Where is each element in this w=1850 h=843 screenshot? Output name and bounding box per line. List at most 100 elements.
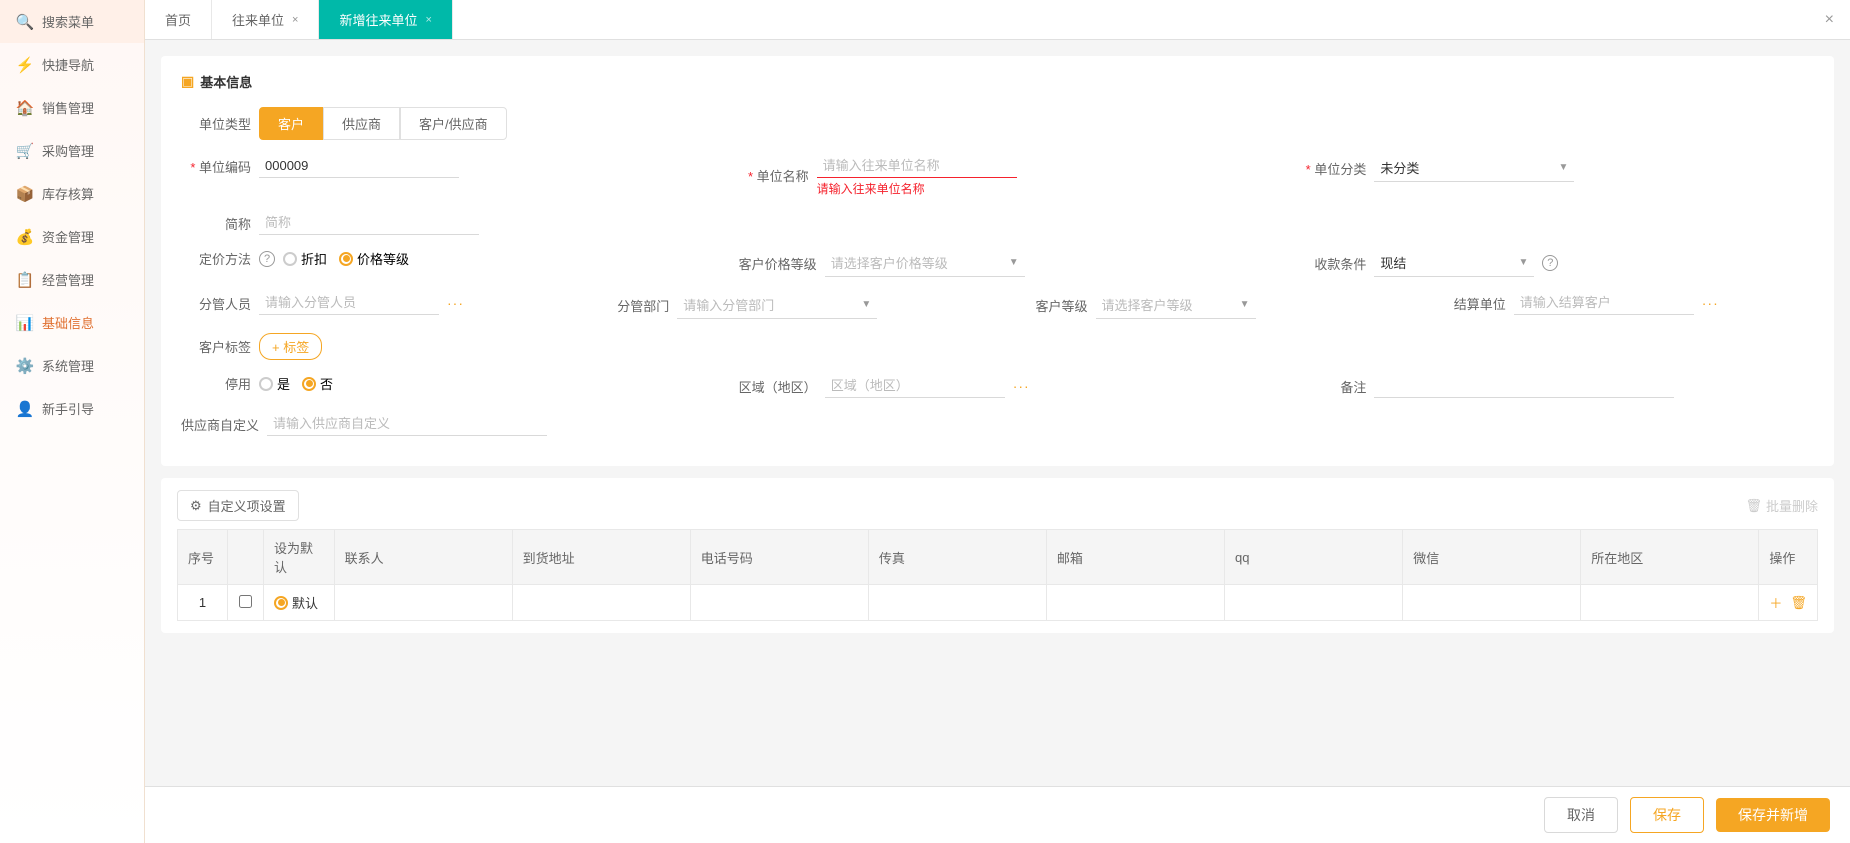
row-checkbox[interactable] (239, 595, 252, 608)
tab-home[interactable]: 首页 (145, 0, 212, 39)
cell-actions: ＋ 🗑 (1759, 585, 1818, 621)
col-region: 所在地区 (1581, 530, 1759, 585)
cancel-button[interactable]: 取消 (1544, 797, 1618, 833)
payment-terms-select[interactable]: 现结 ▼ (1374, 249, 1534, 277)
unit-type-supplier[interactable]: 供应商 (323, 107, 400, 140)
customer-level-group: 客户等级 请选择客户等级 ▼ (1018, 291, 1396, 319)
customer-price-level-label: 客户价格等级 (739, 254, 817, 273)
phone-input[interactable] (701, 595, 858, 610)
wechat-input[interactable] (1413, 595, 1570, 610)
custom-settings-button[interactable]: ⚙ 自定义项设置 (177, 490, 299, 521)
radio-no[interactable]: 否 (302, 374, 333, 393)
unit-category-select[interactable]: 未分类 ▼ (1374, 154, 1574, 182)
remark-input[interactable] (1374, 374, 1674, 398)
sidebar-item-search[interactable]: 🔍 搜索菜单 (0, 0, 144, 43)
tab-new-contact-label: 新增往来单位 (339, 10, 417, 29)
disable-radio-group: 是 否 (259, 374, 333, 393)
sidebar-item-inventory[interactable]: 📦 库存核算 (0, 172, 144, 215)
cell-wechat[interactable] (1403, 585, 1581, 621)
unit-name-input[interactable] (817, 154, 1017, 178)
save-add-button[interactable]: 保存并新增 (1716, 798, 1830, 832)
delete-row-icon[interactable]: 🗑 (1790, 595, 1807, 611)
contact-table: 序号 设为默认 联系人 到货地址 电话号码 传真 邮箱 qq 微信 所在地区 操… (177, 529, 1818, 621)
customer-level-select[interactable]: 请选择客户等级 ▼ (1096, 291, 1256, 319)
contact-table-section: ⚙ 自定义项设置 🗑 批量删除 序号 设为默认 联系人 到货地址 电话 (161, 478, 1834, 633)
unit-name-group: 单位名称 请输入往来单位名称 (739, 154, 1257, 197)
customer-price-level-select[interactable]: 请选择客户价格等级 ▼ (825, 249, 1025, 277)
sidebar-item-finance[interactable]: 💰 资金管理 (0, 215, 144, 258)
settlement-unit-group: 结算单位 ··· (1436, 291, 1814, 315)
region-dots[interactable]: ··· (1013, 378, 1030, 394)
unit-category-arrow: ▼ (1558, 162, 1568, 173)
radio-yes[interactable]: 是 (259, 374, 290, 393)
sidebar-item-system[interactable]: ⚙️ 系统管理 (0, 344, 144, 387)
sidebar-label-system: 系统管理 (42, 356, 94, 375)
col-address: 到货地址 (512, 530, 690, 585)
customer-tag-group: 客户标签 + 标签 (181, 333, 1814, 360)
sidebar-item-basic-info[interactable]: 📊 基础信息 (0, 301, 144, 344)
contact-input[interactable] (345, 595, 502, 610)
radio-discount[interactable]: 折扣 (283, 249, 327, 268)
customer-level-placeholder: 请选择客户等级 (1102, 295, 1193, 314)
supplier-custom-group: 供应商自定义 (181, 412, 1814, 436)
short-name-label: 简称 (181, 214, 251, 233)
cell-email[interactable] (1046, 585, 1224, 621)
radio-default[interactable]: 默认 (274, 593, 318, 612)
radio-yes-label: 是 (277, 374, 290, 393)
unit-type-customer[interactable]: 客户 (259, 107, 323, 140)
fax-input[interactable] (879, 595, 1036, 610)
tab-contacts-close[interactable]: × (292, 14, 298, 26)
manager-input[interactable] (259, 291, 439, 315)
cell-fax[interactable] (868, 585, 1046, 621)
settlement-unit-input[interactable] (1514, 291, 1694, 315)
table-head: 序号 设为默认 联系人 到货地址 电话号码 传真 邮箱 qq 微信 所在地区 操… (178, 530, 1818, 585)
cell-address[interactable] (512, 585, 690, 621)
cell-phone[interactable] (690, 585, 868, 621)
region-input[interactable] (825, 374, 1005, 398)
sidebar-label-guide: 新手引导 (42, 399, 94, 418)
settlement-dots[interactable]: ··· (1702, 295, 1719, 311)
sidebar-item-quick-nav[interactable]: ⚡ 快捷导航 (0, 43, 144, 86)
radio-price-level[interactable]: 价格等级 (339, 249, 409, 268)
sidebar-item-operations[interactable]: 📋 经营管理 (0, 258, 144, 301)
department-group: 分管部门 请输入分管部门 ▼ (599, 291, 977, 319)
cell-contact[interactable] (334, 585, 512, 621)
cell-default: 默认 (264, 585, 335, 621)
pricing-help-icon[interactable]: ? (259, 251, 275, 267)
region-table-input[interactable] (1591, 595, 1748, 610)
save-button[interactable]: 保存 (1630, 797, 1704, 833)
window-close-button[interactable]: × (1809, 0, 1850, 39)
sidebar-item-sales[interactable]: 🏠 销售管理 (0, 86, 144, 129)
payment-help-icon[interactable]: ? (1542, 255, 1558, 271)
guide-icon: 👤 (16, 400, 34, 418)
sidebar-item-purchase[interactable]: 🛒 采购管理 (0, 129, 144, 172)
manager-dots[interactable]: ··· (447, 295, 464, 311)
radio-no-circle (302, 377, 316, 391)
unit-type-label: 单位类型 (181, 114, 251, 133)
delete-icon: 🗑 (1745, 498, 1762, 514)
unit-code-input[interactable] (259, 154, 459, 178)
cell-region[interactable] (1581, 585, 1759, 621)
batch-delete-button[interactable]: 🗑 批量删除 (1745, 496, 1818, 515)
disable-row: 停用 是 否 区域（地区） ··· (181, 374, 1814, 398)
unit-type-both[interactable]: 客户/供应商 (400, 107, 507, 140)
unit-name-error-msg: 请输入往来单位名称 (817, 180, 1017, 197)
email-input[interactable] (1057, 595, 1214, 610)
tab-new-contact-close[interactable]: × (425, 14, 431, 26)
cell-qq[interactable] (1224, 585, 1402, 621)
qq-input[interactable] (1235, 595, 1392, 610)
sidebar-item-guide[interactable]: 👤 新手引导 (0, 387, 144, 430)
tab-new-contact[interactable]: 新增往来单位 × (319, 0, 452, 39)
radio-discount-label: 折扣 (301, 249, 327, 268)
unit-type-buttons: 客户 供应商 客户/供应商 (259, 107, 507, 140)
supplier-custom-input[interactable] (267, 412, 547, 436)
address-input[interactable] (523, 595, 680, 610)
tab-contacts[interactable]: 往来单位 × (212, 0, 319, 39)
short-name-input[interactable] (259, 211, 479, 235)
add-row-icon[interactable]: ＋ (1769, 593, 1782, 612)
sidebar: 🔍 搜索菜单 ⚡ 快捷导航 🏠 销售管理 🛒 采购管理 📦 库存核算 💰 资金管… (0, 0, 145, 843)
department-select[interactable]: 请输入分管部门 ▼ (677, 291, 877, 319)
tag-add-button[interactable]: + 标签 (259, 333, 322, 360)
short-name-row: 简称 (181, 211, 1814, 235)
col-qq: qq (1224, 530, 1402, 585)
